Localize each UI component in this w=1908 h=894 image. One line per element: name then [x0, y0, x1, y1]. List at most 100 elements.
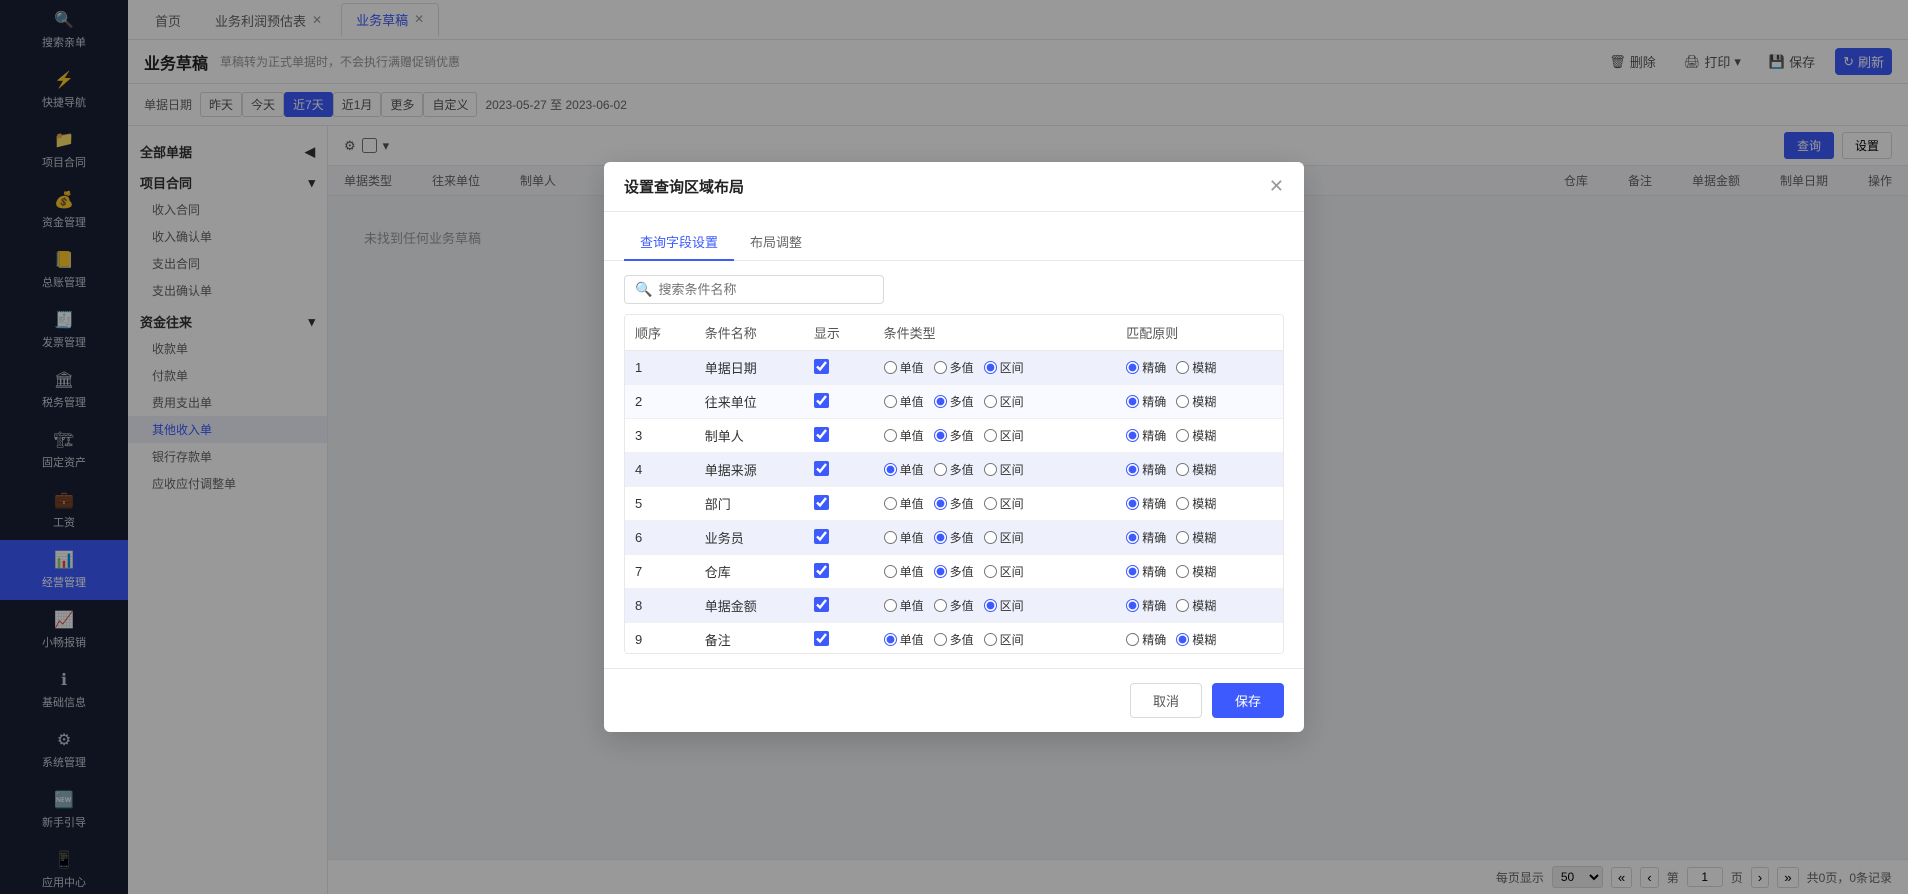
match-option-4-模糊[interactable]: 模糊	[1176, 461, 1216, 478]
checkbox-1[interactable]	[814, 359, 829, 374]
match-option-8-精确[interactable]: 精确	[1126, 597, 1166, 614]
type-radio-9-多值[interactable]	[934, 633, 947, 646]
match-option-7-模糊[interactable]: 模糊	[1176, 563, 1216, 580]
match-option-2-模糊[interactable]: 模糊	[1176, 393, 1216, 410]
type-radio-4-多值[interactable]	[934, 463, 947, 476]
type-radio-1-单值[interactable]	[884, 361, 897, 374]
type-radio-4-区间[interactable]	[984, 463, 997, 476]
match-option-3-精确[interactable]: 精确	[1126, 427, 1166, 444]
type-option-4-区间[interactable]: 区间	[984, 461, 1024, 478]
checkbox-5[interactable]	[814, 495, 829, 510]
type-option-1-单值[interactable]: 单值	[884, 359, 924, 376]
match-option-1-精确[interactable]: 精确	[1126, 359, 1166, 376]
match-radio-6-模糊[interactable]	[1176, 531, 1189, 544]
match-option-5-精确[interactable]: 精确	[1126, 495, 1166, 512]
type-option-8-区间[interactable]: 区间	[984, 597, 1024, 614]
type-option-9-区间[interactable]: 区间	[984, 631, 1024, 648]
match-radio-5-模糊[interactable]	[1176, 497, 1189, 510]
match-option-6-模糊[interactable]: 模糊	[1176, 529, 1216, 546]
match-option-2-精确[interactable]: 精确	[1126, 393, 1166, 410]
type-radio-1-区间[interactable]	[984, 361, 997, 374]
type-radio-3-区间[interactable]	[984, 429, 997, 442]
match-radio-9-精确[interactable]	[1126, 633, 1139, 646]
type-option-8-单值[interactable]: 单值	[884, 597, 924, 614]
type-option-3-区间[interactable]: 区间	[984, 427, 1024, 444]
match-radio-3-模糊[interactable]	[1176, 429, 1189, 442]
match-radio-2-精确[interactable]	[1126, 395, 1139, 408]
checkbox-9[interactable]	[814, 631, 829, 646]
type-radio-5-单值[interactable]	[884, 497, 897, 510]
type-option-3-多值[interactable]: 多值	[934, 427, 974, 444]
match-radio-3-精确[interactable]	[1126, 429, 1139, 442]
type-radio-3-多值[interactable]	[934, 429, 947, 442]
type-option-2-单值[interactable]: 单值	[884, 393, 924, 410]
dialog-save-button[interactable]: 保存	[1212, 683, 1284, 718]
type-option-7-区间[interactable]: 区间	[984, 563, 1024, 580]
type-option-6-多值[interactable]: 多值	[934, 529, 974, 546]
checkbox-6[interactable]	[814, 529, 829, 544]
tab-layout[interactable]: 布局调整	[734, 224, 818, 261]
type-radio-5-多值[interactable]	[934, 497, 947, 510]
type-option-7-多值[interactable]: 多值	[934, 563, 974, 580]
type-radio-9-区间[interactable]	[984, 633, 997, 646]
match-radio-1-精确[interactable]	[1126, 361, 1139, 374]
type-option-1-区间[interactable]: 区间	[984, 359, 1024, 376]
match-option-9-模糊[interactable]: 模糊	[1176, 631, 1216, 648]
checkbox-7[interactable]	[814, 563, 829, 578]
match-option-1-模糊[interactable]: 模糊	[1176, 359, 1216, 376]
type-option-5-单值[interactable]: 单值	[884, 495, 924, 512]
match-radio-7-精确[interactable]	[1126, 565, 1139, 578]
match-radio-7-模糊[interactable]	[1176, 565, 1189, 578]
match-radio-4-精确[interactable]	[1126, 463, 1139, 476]
type-option-8-多值[interactable]: 多值	[934, 597, 974, 614]
type-radio-4-单值[interactable]	[884, 463, 897, 476]
type-option-9-单值[interactable]: 单值	[884, 631, 924, 648]
match-option-8-模糊[interactable]: 模糊	[1176, 597, 1216, 614]
checkbox-2[interactable]	[814, 393, 829, 408]
match-radio-2-模糊[interactable]	[1176, 395, 1189, 408]
type-option-5-多值[interactable]: 多值	[934, 495, 974, 512]
type-radio-5-区间[interactable]	[984, 497, 997, 510]
type-option-2-区间[interactable]: 区间	[984, 393, 1024, 410]
type-radio-6-多值[interactable]	[934, 531, 947, 544]
type-option-6-单值[interactable]: 单值	[884, 529, 924, 546]
type-radio-2-区间[interactable]	[984, 395, 997, 408]
search-input[interactable]	[658, 282, 873, 297]
match-radio-4-模糊[interactable]	[1176, 463, 1189, 476]
type-radio-2-单值[interactable]	[884, 395, 897, 408]
dialog-close-button[interactable]: ✕	[1269, 176, 1284, 197]
match-option-5-模糊[interactable]: 模糊	[1176, 495, 1216, 512]
match-option-6-精确[interactable]: 精确	[1126, 529, 1166, 546]
match-option-7-精确[interactable]: 精确	[1126, 563, 1166, 580]
type-option-4-单值[interactable]: 单值	[884, 461, 924, 478]
type-option-2-多值[interactable]: 多值	[934, 393, 974, 410]
type-radio-8-单值[interactable]	[884, 599, 897, 612]
match-radio-5-精确[interactable]	[1126, 497, 1139, 510]
type-option-7-单值[interactable]: 单值	[884, 563, 924, 580]
match-radio-8-精确[interactable]	[1126, 599, 1139, 612]
type-radio-3-单值[interactable]	[884, 429, 897, 442]
match-radio-6-精确[interactable]	[1126, 531, 1139, 544]
type-option-3-单值[interactable]: 单值	[884, 427, 924, 444]
type-radio-6-区间[interactable]	[984, 531, 997, 544]
checkbox-4[interactable]	[814, 461, 829, 476]
match-option-3-模糊[interactable]: 模糊	[1176, 427, 1216, 444]
match-radio-9-模糊[interactable]	[1176, 633, 1189, 646]
type-radio-7-多值[interactable]	[934, 565, 947, 578]
type-radio-7-区间[interactable]	[984, 565, 997, 578]
tab-query-fields[interactable]: 查询字段设置	[624, 224, 734, 261]
type-option-6-区间[interactable]: 区间	[984, 529, 1024, 546]
type-radio-7-单值[interactable]	[884, 565, 897, 578]
type-option-1-多值[interactable]: 多值	[934, 359, 974, 376]
cancel-button[interactable]: 取消	[1130, 683, 1202, 718]
type-radio-1-多值[interactable]	[934, 361, 947, 374]
type-radio-9-单值[interactable]	[884, 633, 897, 646]
type-option-4-多值[interactable]: 多值	[934, 461, 974, 478]
match-radio-8-模糊[interactable]	[1176, 599, 1189, 612]
type-radio-2-多值[interactable]	[934, 395, 947, 408]
type-radio-6-单值[interactable]	[884, 531, 897, 544]
checkbox-8[interactable]	[814, 597, 829, 612]
match-option-4-精确[interactable]: 精确	[1126, 461, 1166, 478]
type-option-5-区间[interactable]: 区间	[984, 495, 1024, 512]
checkbox-3[interactable]	[814, 427, 829, 442]
